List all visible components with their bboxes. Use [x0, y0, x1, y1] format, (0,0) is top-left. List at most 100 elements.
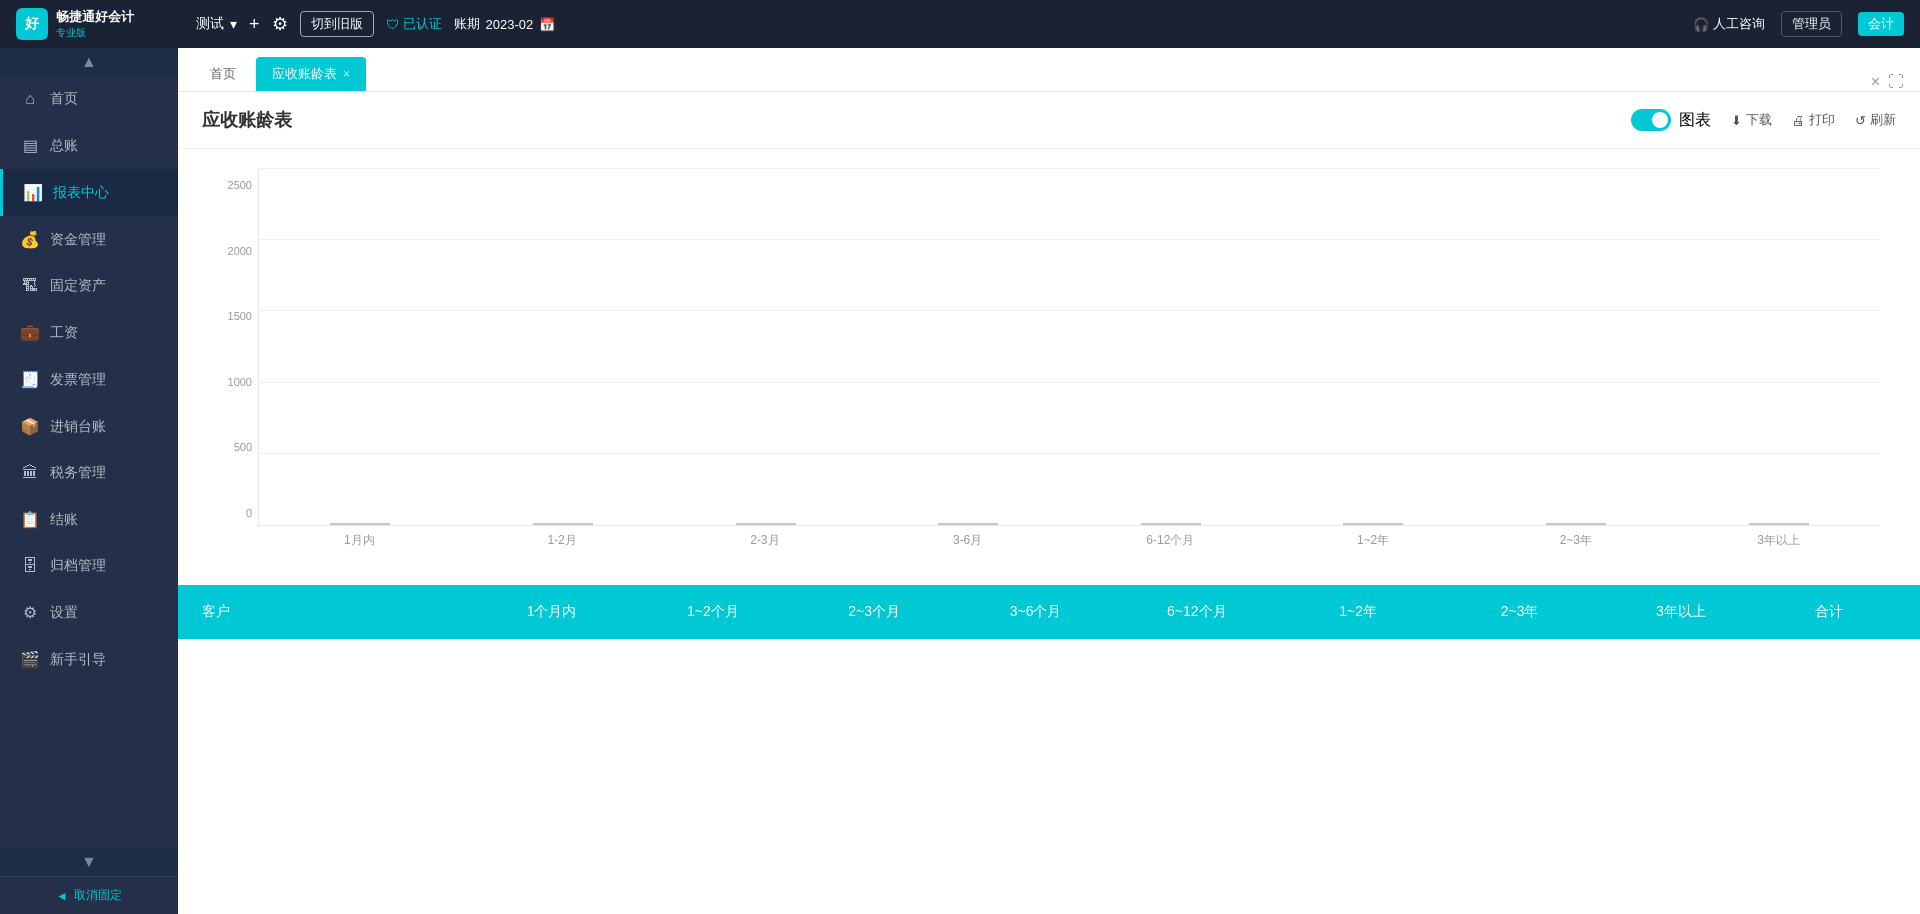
tab-aging[interactable]: 应收账龄表 × [256, 57, 366, 91]
top-header: 好 畅捷通好会计 专业版 测试 ▾ + ⚙ 切到旧版 🛡 已认证 账期 2023… [0, 0, 1920, 48]
settings-icon[interactable]: ⚙ [272, 13, 288, 35]
table-header-1-2year: 1~2年 [1278, 603, 1439, 621]
scroll-down-button[interactable]: ▼ [0, 848, 178, 876]
y-label-0: 0 [218, 507, 258, 519]
print-button[interactable]: 🖨 打印 [1792, 111, 1835, 129]
chart-toggle-group: 图表 [1631, 109, 1711, 131]
tab-close-button[interactable]: × [1871, 73, 1880, 91]
y-label-2500: 2500 [218, 179, 258, 191]
company-selector[interactable]: 测试 ▾ [196, 15, 237, 33]
logo-main: 畅捷通好会计 [56, 8, 134, 26]
sidebar-item-archive[interactable]: 🗄 归档管理 [0, 543, 178, 589]
sidebar-item-tax[interactable]: 🏛 税务管理 [0, 450, 178, 496]
tab-bar: 首页 应收账龄表 × × ⛶ [178, 48, 1920, 92]
refresh-button[interactable]: ↺ 刷新 [1855, 111, 1896, 129]
tab-home[interactable]: 首页 [194, 57, 252, 91]
tab-close-icon[interactable]: × [343, 67, 350, 81]
tab-home-label: 首页 [210, 65, 236, 83]
settings-sidebar-icon: ⚙ [20, 603, 40, 622]
add-button[interactable]: + [249, 14, 260, 35]
sidebar-item-guide[interactable]: 🎬 新手引导 [0, 636, 178, 683]
sidebar-label-salary: 工资 [50, 324, 78, 342]
sidebar-item-report[interactable]: 📊 报表中心 [0, 169, 178, 216]
bar-group-2 [482, 523, 645, 525]
y-label-1000: 1000 [218, 376, 258, 388]
switch-version-button[interactable]: 切到旧版 [300, 11, 374, 37]
fund-icon: 💰 [20, 230, 40, 249]
closing-icon: 📋 [20, 510, 40, 529]
bar-1-2month [533, 523, 593, 525]
table-section: 客户 1个月内 1~2个月 2~3个月 3~6个月 6~12个月 1~2年 2~… [178, 585, 1920, 639]
sidebar-label-asset: 固定资产 [50, 277, 106, 295]
bar-group-4 [887, 523, 1050, 525]
sidebar-item-ledger[interactable]: ▤ 总账 [0, 122, 178, 169]
sidebar-item-asset[interactable]: 🏗 固定资产 [0, 263, 178, 309]
bar-group-7 [1495, 523, 1658, 525]
chart-x-labels: 1月内 1-2月 2-3月 3-6月 6-12个月 1~2年 2~3年 3年以上 [258, 526, 1880, 549]
period-value: 2023-02 [486, 17, 534, 32]
logo-text: 畅捷通好会计 专业版 [56, 8, 134, 40]
download-button[interactable]: ⬇ 下载 [1731, 111, 1772, 129]
guide-icon: 🎬 [20, 650, 40, 669]
print-icon: 🖨 [1792, 113, 1805, 128]
logo-icon: 好 [16, 8, 48, 40]
y-label-1500: 1500 [218, 310, 258, 322]
sidebar-scroll: ⌂ 首页 ▤ 总账 📊 报表中心 💰 资金管理 🏗 固定资产 💼 工资 [0, 76, 178, 848]
bar-1month [330, 523, 390, 525]
user-button[interactable]: 管理员 [1781, 11, 1842, 37]
report-header: 应收账龄表 图表 ⬇ 下载 🖨 打印 [178, 92, 1920, 149]
tax-icon: 🏛 [20, 464, 40, 482]
table-header-3-6month: 3~6个月 [955, 603, 1116, 621]
company-name: 测试 [196, 15, 224, 33]
bar-3plus-year [1749, 523, 1809, 525]
consult-button[interactable]: 🎧 人工咨询 [1693, 15, 1765, 33]
header-middle: 测试 ▾ + ⚙ 切到旧版 🛡 已认证 账期 2023-02 📅 [176, 11, 1693, 37]
tab-actions: × ⛶ [1871, 73, 1904, 91]
y-label-500: 500 [218, 441, 258, 453]
shield-icon: 🛡 [386, 17, 399, 32]
home-icon: ⌂ [20, 90, 40, 108]
chart-y-axis: 0 500 1000 1500 2000 2500 [218, 169, 258, 549]
sidebar-item-fund[interactable]: 💰 资金管理 [0, 216, 178, 263]
tab-aging-label: 应收账龄表 [272, 65, 337, 83]
chart-main: 1月内 1-2月 2-3月 3-6月 6-12个月 1~2年 2~3年 3年以上 [258, 169, 1880, 549]
chart-toggle[interactable] [1631, 109, 1671, 131]
bar-6-12month [1141, 523, 1201, 525]
toggle-label: 图表 [1679, 110, 1711, 131]
sidebar-label-report: 报表中心 [53, 184, 109, 202]
bar-group-8 [1697, 523, 1860, 525]
y-label-2000: 2000 [218, 245, 258, 257]
sidebar-item-invoice[interactable]: 🧾 发票管理 [0, 356, 178, 403]
x-label-8: 3年以上 [1697, 526, 1860, 549]
sidebar-item-salary[interactable]: 💼 工资 [0, 309, 178, 356]
sidebar-item-home[interactable]: ⌂ 首页 [0, 76, 178, 122]
tab-expand-button[interactable]: ⛶ [1888, 73, 1904, 91]
sidebar-label-ledger: 总账 [50, 137, 78, 155]
sidebar-label-closing: 结账 [50, 511, 78, 529]
download-label: 下载 [1746, 111, 1772, 129]
calendar-icon[interactable]: 📅 [539, 17, 555, 32]
chevron-down-icon: ▾ [230, 16, 237, 32]
print-label: 打印 [1809, 111, 1835, 129]
unfix-icon: ◄ [56, 889, 68, 903]
sidebar-label-invoice: 发票管理 [50, 371, 106, 389]
unfix-button[interactable]: ◄ 取消固定 [0, 876, 178, 914]
bar-2-3year [1546, 523, 1606, 525]
bar-group-1 [279, 523, 442, 525]
headset-icon: 🎧 [1693, 17, 1709, 32]
sidebar-item-settings[interactable]: ⚙ 设置 [0, 589, 178, 636]
sidebar-label-tax: 税务管理 [50, 464, 106, 482]
bar-1-2year [1343, 523, 1403, 525]
sidebar-item-trade[interactable]: 📦 进销台账 [0, 403, 178, 450]
sidebar-label-home: 首页 [50, 90, 78, 108]
role-button[interactable]: 会计 [1858, 12, 1904, 36]
consult-label: 人工咨询 [1713, 15, 1765, 33]
chart-plot [258, 169, 1880, 526]
scroll-up-button[interactable]: ▲ [0, 48, 178, 76]
asset-icon: 🏗 [20, 277, 40, 295]
x-label-6: 1~2年 [1292, 526, 1455, 549]
table-header-customer: 客户 [202, 603, 471, 621]
bars-container [259, 169, 1880, 525]
sidebar-label-fund: 资金管理 [50, 231, 106, 249]
sidebar-item-closing[interactable]: 📋 结账 [0, 496, 178, 543]
